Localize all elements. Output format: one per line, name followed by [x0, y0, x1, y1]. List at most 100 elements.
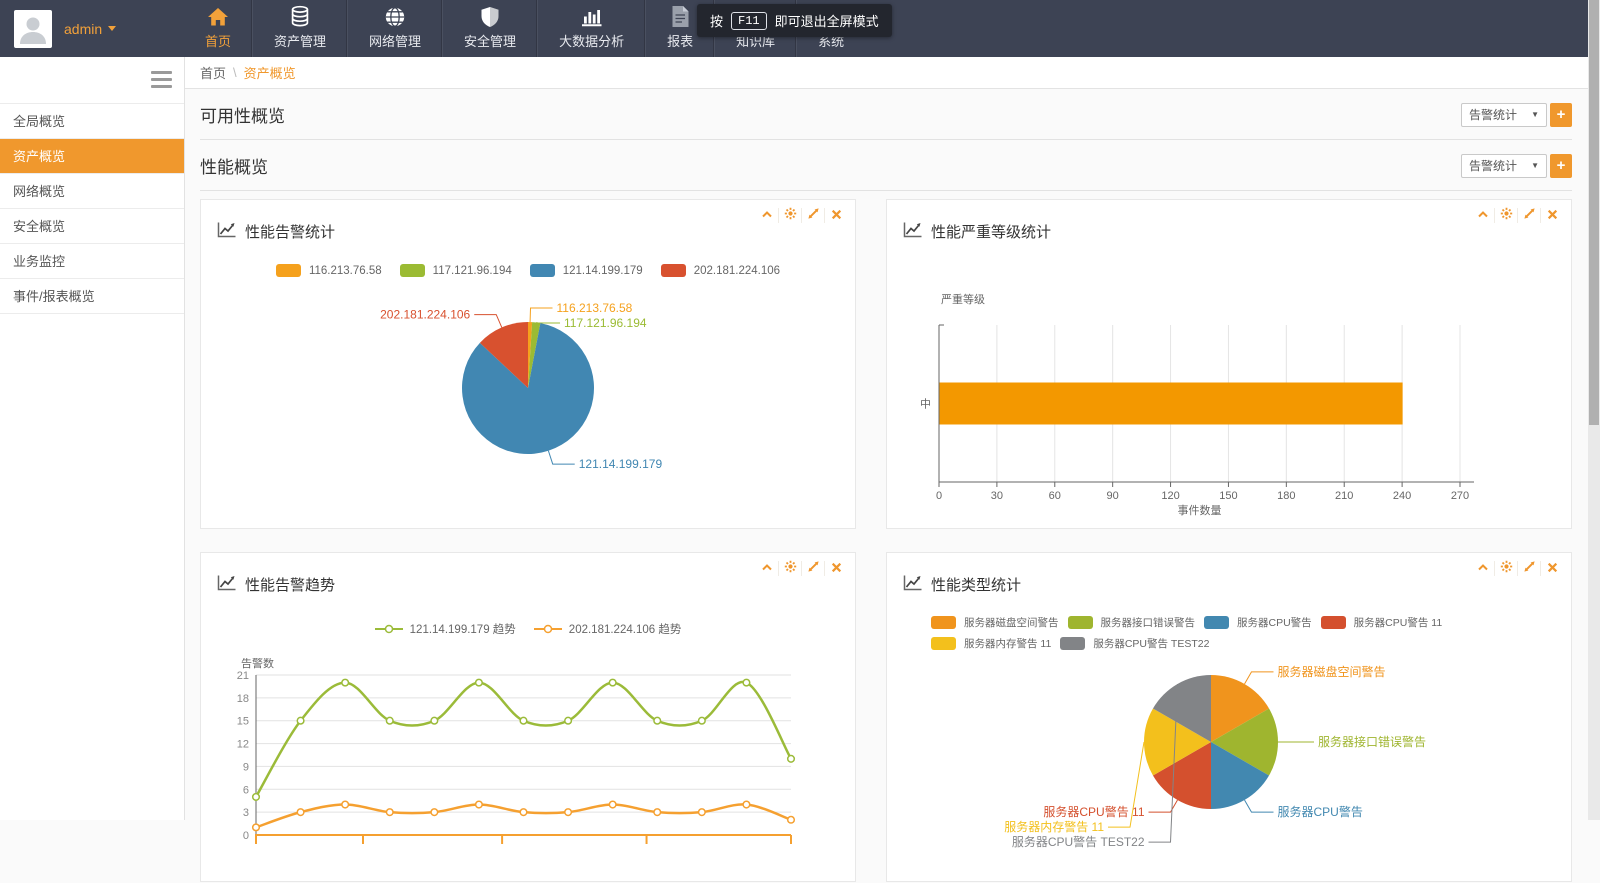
section-performance-header: 性能概览 告警统计 ▼ + [200, 140, 1572, 191]
pie-chart-perf-alarm[interactable]: 116.213.76.58117.121.96.194 121.14.199.17… [201, 290, 855, 528]
data-point-marker[interactable] [430, 716, 439, 725]
close-panel-button[interactable] [824, 561, 847, 576]
data-point-marker[interactable] [653, 808, 662, 817]
tooltip-text-press: 按 [710, 14, 724, 29]
legend-item[interactable]: 202.181.224.106 趋势 [533, 621, 681, 637]
performance-add-widget-button[interactable]: + [1550, 153, 1572, 178]
legend-swatch [1060, 637, 1086, 650]
performance-widget-select[interactable]: 告警统计 ▼ [1461, 153, 1547, 178]
data-point-marker[interactable] [742, 800, 751, 809]
data-point-marker[interactable] [653, 716, 662, 725]
data-point-marker[interactable] [296, 808, 305, 817]
legend-item[interactable]: 117.121.96.194 [399, 264, 512, 277]
legend-item[interactable]: 服务器CPU警告 11 [1320, 615, 1442, 630]
panel-settings-button[interactable] [778, 207, 801, 223]
data-point-marker[interactable] [519, 716, 528, 725]
legend-swatch [931, 616, 956, 629]
pie-chart-perf-type[interactable]: 服务器磁盘空间警告服务器接口错误警告服务器CPU警告服务器CPU警告 11服务器… [887, 653, 1556, 883]
data-point-marker[interactable] [786, 754, 796, 763]
x-axis-name: 事件数量 [1178, 504, 1222, 517]
legend-item[interactable]: 服务器接口错误警告 [1067, 615, 1195, 630]
expand-panel-button[interactable] [1517, 560, 1540, 576]
legend-item[interactable]: 服务器内存警告 11 [931, 636, 1051, 651]
breadcrumb-current: 资产概览 [243, 66, 296, 81]
bar-chart-severity[interactable]: 0 30 60 90 120 150 180 210 240 270 中事件数量 严重等级 [887, 260, 1556, 528]
sidebar-item-asset-overview[interactable]: 资产概览 [0, 139, 184, 174]
data-point-marker[interactable] [341, 678, 350, 687]
collapse-panel-button[interactable] [1471, 561, 1494, 576]
sidebar-toggle-button[interactable] [151, 71, 172, 92]
legend-item[interactable]: 服务器磁盘空间警告 [931, 615, 1059, 630]
data-point-marker[interactable] [564, 716, 573, 725]
section-title-availability: 可用性概览 [200, 107, 285, 126]
x-tick-label: 90 [1107, 490, 1119, 502]
legend-item[interactable]: 116.213.76.58 [275, 264, 382, 277]
scrollbar-thumb[interactable] [1589, 0, 1599, 425]
legend-label: 202.181.224.106 [693, 264, 781, 277]
close-panel-button[interactable] [1540, 208, 1563, 223]
data-point-marker[interactable] [430, 808, 439, 817]
collapse-panel-button[interactable] [1471, 208, 1494, 223]
main-content: 首页 \ 资产概览 可用性概览 告警统计 ▼ + 性能概览 告警统计 ▼ + 性… [185, 57, 1588, 882]
nav-item-home[interactable]: 首页 [184, 0, 252, 57]
data-point-marker[interactable] [564, 808, 573, 817]
panel-settings-button[interactable] [1494, 560, 1517, 576]
line-series[interactable] [254, 680, 793, 798]
data-point-marker[interactable] [697, 716, 706, 725]
data-point-marker[interactable] [697, 808, 706, 817]
user-area[interactable]: admin [0, 0, 172, 57]
y-tick-label: 15 [237, 716, 249, 728]
avatar[interactable] [14, 9, 52, 48]
availability-widget-select[interactable]: 告警统计 ▼ [1461, 102, 1547, 127]
legend-item[interactable]: 121.14.199.179 趋势 [374, 621, 516, 637]
bar[interactable] [939, 382, 1403, 425]
close-panel-button[interactable] [824, 208, 847, 223]
sidebar-item-security-overview[interactable]: 安全概览 [0, 209, 184, 244]
pie-label-line [1148, 799, 1178, 813]
y-tick-label: 12 [237, 739, 249, 751]
data-point-marker[interactable] [519, 808, 528, 817]
nav-item-bigdata[interactable]: 大数据分析 [537, 0, 645, 57]
pie-label: 服务器CPU警告 11 [1043, 804, 1144, 819]
nav-item-network[interactable]: 网络管理 [347, 0, 442, 57]
expand-panel-button[interactable] [801, 207, 824, 223]
legend-item[interactable]: 服务器CPU警告 [1204, 615, 1312, 630]
panel-controls [755, 207, 847, 223]
legend-item[interactable]: 服务器CPU警告 TEST22 [1060, 636, 1209, 651]
data-point-marker[interactable] [474, 678, 483, 687]
data-point-marker[interactable] [385, 716, 394, 725]
data-point-marker[interactable] [474, 800, 483, 809]
expand-panel-button[interactable] [801, 560, 824, 576]
collapse-panel-button[interactable] [755, 208, 778, 223]
data-point-marker[interactable] [742, 678, 751, 687]
line-chart-icon [217, 222, 236, 242]
nav-item-assets[interactable]: 资产管理 [252, 0, 347, 57]
nav-item-security[interactable]: 安全管理 [442, 0, 537, 57]
sidebar-item-event-report-overview[interactable]: 事件/报表概览 [0, 279, 184, 314]
panel-settings-button[interactable] [778, 560, 801, 576]
data-point-marker[interactable] [608, 678, 617, 687]
data-point-marker[interactable] [251, 823, 261, 832]
page-scrollbar[interactable] [1588, 0, 1600, 820]
data-point-marker[interactable] [251, 792, 261, 801]
data-point-marker[interactable] [608, 800, 617, 809]
legend-swatch [529, 264, 555, 277]
breadcrumb-home-link[interactable]: 首页 [200, 63, 226, 82]
data-point-marker[interactable] [385, 808, 394, 817]
close-panel-button[interactable] [1540, 561, 1563, 576]
data-point-marker[interactable] [341, 800, 350, 809]
panel-settings-button[interactable] [1494, 207, 1517, 223]
legend-label: 116.213.76.58 [308, 264, 382, 277]
sidebar-item-network-overview[interactable]: 网络概览 [0, 174, 184, 209]
document-icon [671, 5, 690, 28]
data-point-marker[interactable] [296, 716, 305, 725]
sidebar-item-business-monitor[interactable]: 业务监控 [0, 244, 184, 279]
sidebar-item-global-overview[interactable]: 全局概览 [0, 104, 184, 139]
legend-item[interactable]: 121.14.199.179 [529, 264, 643, 277]
legend-item[interactable]: 202.181.224.106 [660, 264, 781, 277]
y-category-label: 中 [920, 398, 931, 411]
expand-panel-button[interactable] [1517, 207, 1540, 223]
collapse-panel-button[interactable] [755, 561, 778, 576]
availability-add-widget-button[interactable]: + [1550, 102, 1572, 127]
pie-label: 121.14.199.179 [579, 457, 663, 471]
